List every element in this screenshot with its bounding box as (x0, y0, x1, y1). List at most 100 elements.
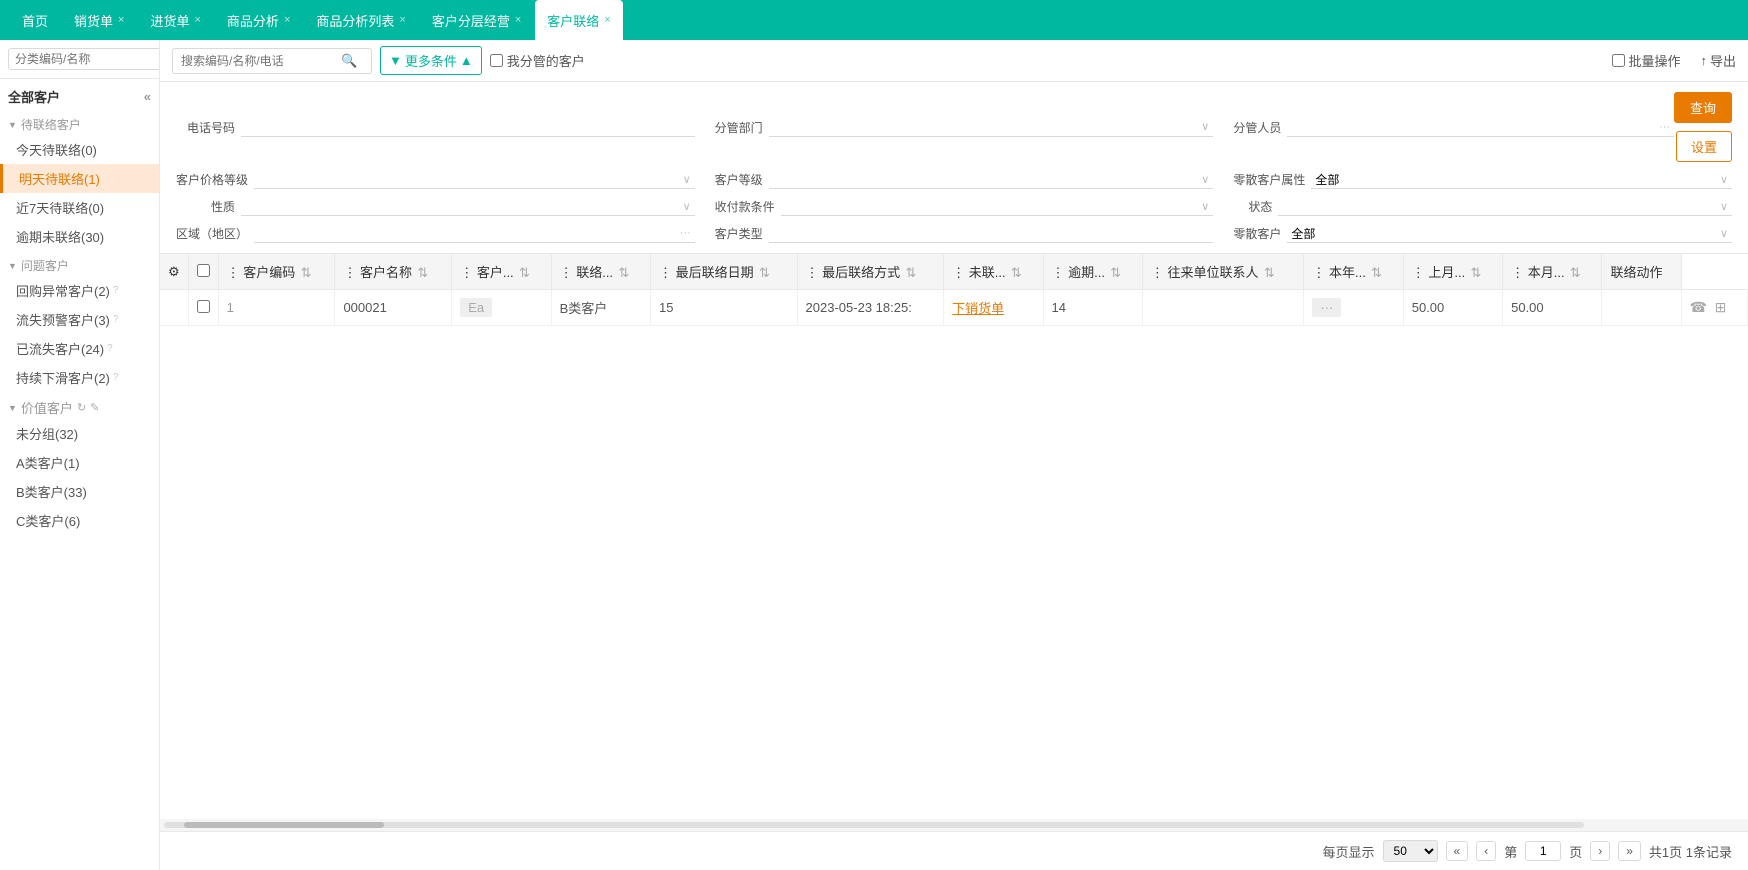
sort-last-month[interactable]: ⇅ (1471, 265, 1482, 280)
more-filter-button[interactable]: ▼ 更多条件 ▲ (380, 46, 482, 75)
sidebar-item-overdue-contact[interactable]: 逾期未联络(30) (0, 222, 159, 251)
page-input[interactable] (1525, 841, 1561, 861)
nav-home[interactable]: 首页 (10, 0, 60, 40)
value-customer-refresh[interactable]: ↻ (77, 401, 86, 414)
sidebar-item-churn-warning[interactable]: 流失预警客户(3) ? (0, 305, 159, 334)
nav-sales-order[interactable]: 销货单 × (62, 0, 136, 40)
sort-this-month[interactable]: ⇅ (1570, 265, 1581, 280)
customer-level-input[interactable]: ∨ (769, 170, 1214, 189)
filter-dept: 分管部门 ∨ (695, 118, 1214, 137)
payment-terms-input[interactable]: ∨ (781, 197, 1214, 216)
sidebar-item-churned[interactable]: 已流失客户(24) ? (0, 334, 159, 363)
sort-contact-count[interactable]: ⇅ (618, 265, 629, 280)
page-prev-button[interactable]: ‹ (1476, 841, 1496, 861)
batch-operation-button[interactable]: 批量操作 (1612, 51, 1680, 70)
sort-uncontacted[interactable]: ⇅ (1011, 265, 1022, 280)
row-gear (160, 290, 188, 326)
sidebar-collapse-icon[interactable]: « (144, 89, 151, 104)
retail-customer-field[interactable] (1291, 226, 1720, 240)
price-level-input[interactable]: ∨ (254, 170, 695, 189)
payment-terms-field[interactable] (785, 199, 1202, 213)
dept-input[interactable]: ∨ (769, 118, 1214, 137)
sort-contact-person[interactable]: ⇅ (1264, 265, 1275, 280)
select-all-checkbox[interactable] (197, 264, 210, 277)
row-last-method: 下销货单 (944, 290, 1043, 326)
batch-op-check[interactable] (1612, 54, 1625, 67)
my-customers-checkbox[interactable]: 我分管的客户 (490, 51, 585, 70)
gear-icon[interactable]: ⚙ (168, 264, 180, 279)
my-customers-check-input[interactable] (490, 54, 503, 67)
status-field[interactable] (1282, 199, 1720, 213)
row-type: B类客户 (551, 290, 650, 326)
manager-input-field[interactable] (1291, 120, 1659, 134)
row-check[interactable] (197, 300, 210, 313)
retail-attr-input[interactable]: ∨ (1311, 170, 1732, 189)
nav-close-sales-order[interactable]: × (118, 14, 124, 26)
nav-close-product-analysis[interactable]: × (284, 14, 290, 26)
page-next-button[interactable]: › (1590, 841, 1610, 861)
phone-input[interactable] (241, 118, 695, 137)
page-unit: 页 (1569, 842, 1582, 861)
nav-close-customer-tier[interactable]: × (515, 14, 521, 26)
sidebar-item-today-contact[interactable]: 今天待联络(0) (0, 135, 159, 164)
last-method-link[interactable]: 下销货单 (952, 301, 1004, 316)
nav-product-analysis-list[interactable]: 商品分析列表 × (304, 0, 417, 40)
sidebar-item-repurchase-anomaly[interactable]: 回购异常客户(2) ? (0, 276, 159, 305)
page-last-button[interactable]: » (1618, 841, 1641, 861)
region-input[interactable]: ··· (254, 224, 695, 243)
sidebar-item-class-a[interactable]: A类客户(1) (0, 448, 159, 477)
sidebar-item-tomorrow-contact[interactable]: 明天待联络(1) (0, 164, 159, 193)
sidebar-item-class-c[interactable]: C类客户(6) (0, 506, 159, 535)
sort-last-contact-date[interactable]: ⇅ (759, 265, 770, 280)
help-icon-declining: ? (113, 372, 119, 383)
row-name: Ea (452, 290, 551, 326)
horizontal-scrollbar[interactable] (160, 819, 1748, 831)
sidebar-item-week-contact[interactable]: 近7天待联络(0) (0, 193, 159, 222)
row-more-icon[interactable]: ⊞ (1715, 299, 1727, 315)
sort-customer-name[interactable]: ⇅ (417, 265, 428, 280)
sort-customer-type[interactable]: ⇅ (519, 265, 530, 280)
nav-close-purchase-order[interactable]: × (194, 14, 200, 26)
row-this-month (1602, 290, 1681, 326)
nav-customer-contact[interactable]: 客户联络 × (535, 0, 622, 40)
search-execute-icon[interactable]: 🔍 (341, 53, 357, 69)
sort-last-contact-method[interactable]: ⇅ (906, 265, 917, 280)
export-button[interactable]: ↑ 导出 (1700, 51, 1736, 70)
nav-purchase-order[interactable]: 进货单 × (138, 0, 212, 40)
status-input[interactable]: ∨ (1278, 197, 1732, 216)
dept-input-field[interactable] (773, 120, 1202, 134)
nav-product-analysis[interactable]: 商品分析 × (215, 0, 302, 40)
per-page-select[interactable]: 50 100 200 (1383, 840, 1438, 862)
gender-input[interactable]: ∨ (241, 197, 695, 216)
filter-retail-attr: 零散客户属性 ∨ (1213, 170, 1732, 189)
sidebar-item-class-b[interactable]: B类客户(33) (0, 477, 159, 506)
search-input[interactable] (181, 54, 341, 68)
nav-close-product-analysis-list[interactable]: × (399, 14, 405, 26)
nav-close-customer-contact[interactable]: × (604, 14, 610, 26)
customer-type-input[interactable] (769, 224, 1214, 243)
sort-overdue[interactable]: ⇅ (1110, 265, 1121, 280)
filter-region: 区域（地区） ··· (176, 224, 695, 243)
sidebar-item-declining[interactable]: 持续下滑客户(2) ? (0, 363, 159, 392)
scrollbar-thumb[interactable] (184, 822, 384, 828)
row-edit-icon[interactable]: ☎ (1690, 299, 1707, 315)
manager-input[interactable]: ··· (1287, 118, 1674, 137)
row-contact-count: 15 (650, 290, 797, 326)
phone-input-field[interactable] (245, 120, 691, 134)
retail-attr-field[interactable] (1315, 172, 1720, 186)
settings-button[interactable]: 设置 (1676, 131, 1732, 162)
value-customer-edit[interactable]: ✎ (90, 401, 99, 414)
sidebar-search-input[interactable] (8, 48, 160, 70)
page-first-button[interactable]: « (1446, 841, 1469, 861)
region-field[interactable] (258, 226, 680, 240)
sort-customer-code[interactable]: ⇅ (301, 265, 312, 280)
price-level-field[interactable] (258, 172, 683, 186)
gender-field[interactable] (245, 199, 683, 213)
retail-customer-input[interactable]: ∨ (1287, 224, 1732, 243)
customer-type-field[interactable] (773, 226, 1210, 240)
customer-level-field[interactable] (773, 172, 1202, 186)
sort-this-year[interactable]: ⇅ (1371, 265, 1382, 280)
nav-customer-tier[interactable]: 客户分层经营 × (420, 0, 533, 40)
sidebar-item-ungrouped[interactable]: 未分组(32) (0, 419, 159, 448)
query-button[interactable]: 查询 (1674, 92, 1732, 123)
